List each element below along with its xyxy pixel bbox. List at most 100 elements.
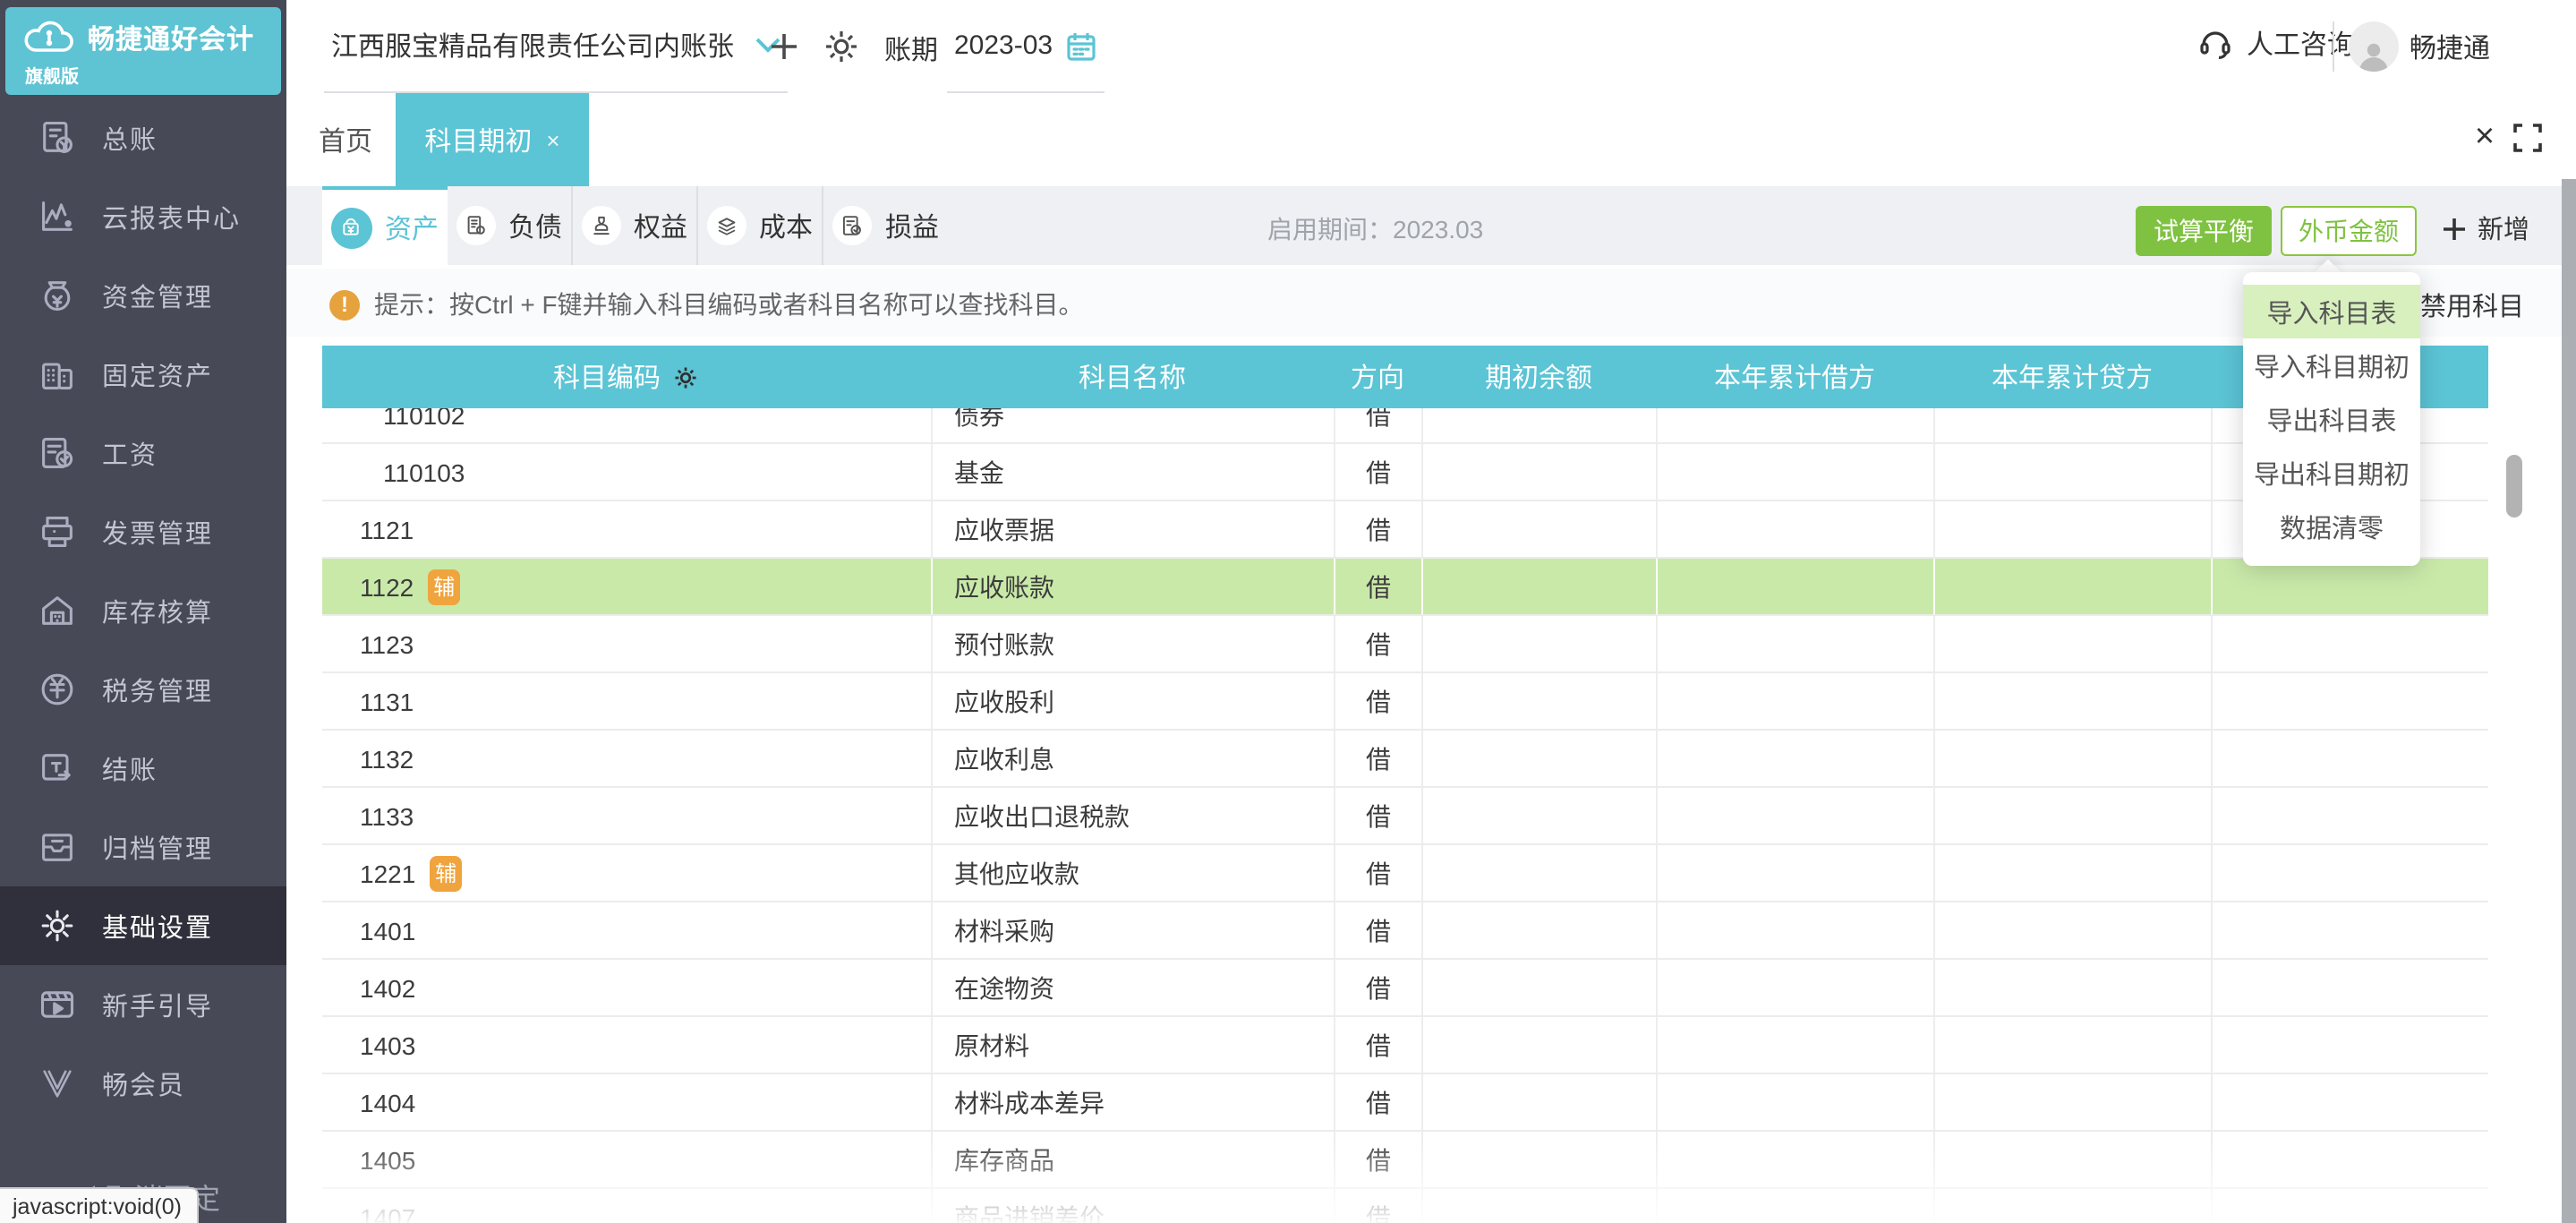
column-header-4[interactable]: 本年累计借方: [1656, 346, 1933, 408]
human-support-button[interactable]: 人工咨询: [2198, 25, 2354, 63]
cell-direction: 借: [1334, 731, 1421, 786]
table-row[interactable]: 1123 预付账款 借: [322, 616, 2488, 673]
cell-opening-balance: [1421, 408, 1656, 442]
sidebar-item-closing[interactable]: 结账: [0, 729, 286, 808]
table-scrollbar-thumb[interactable]: [2506, 455, 2522, 517]
add-account-button[interactable]: [766, 29, 802, 64]
column-header-2[interactable]: 方向: [1334, 346, 1421, 408]
tab-close-icon[interactable]: ×: [546, 126, 559, 153]
dropdown-item-1[interactable]: 导入科目期初: [2243, 338, 2420, 392]
table-row[interactable]: 1402 在途物资 借: [322, 960, 2488, 1017]
cell-name: 应收利息: [931, 731, 1334, 786]
auxiliary-badge: 辅: [430, 855, 463, 891]
column-header-0[interactable]: 科目编码: [322, 346, 931, 408]
table-row[interactable]: 1221 辅 其他应收款 借: [322, 845, 2488, 902]
page-scrollbar[interactable]: [2562, 179, 2576, 1223]
period-selector[interactable]: 2023-03: [947, 0, 1105, 93]
cell-extra: [2211, 845, 2488, 901]
dropdown-item-0[interactable]: 导入科目表: [2243, 285, 2420, 338]
column-header-1[interactable]: 科目名称: [931, 346, 1334, 408]
cost-icon: [706, 206, 746, 245]
subtab-label: 负债: [508, 212, 562, 243]
topbar-divider: [2333, 21, 2334, 72]
sidebar-item-beginner-guide[interactable]: 新手引导: [0, 965, 286, 1044]
column-settings-gear-icon[interactable]: [671, 363, 700, 391]
sidebar-item-funds[interactable]: 资金管理: [0, 256, 286, 335]
sidebar-item-general-ledger[interactable]: 总账: [0, 98, 286, 177]
username[interactable]: 畅捷通: [2410, 29, 2490, 66]
sidebar-item-label: 固定资产: [102, 363, 213, 391]
column-header-3[interactable]: 期初余额: [1421, 346, 1656, 408]
table-row[interactable]: 110103 基金 借: [322, 444, 2488, 501]
close-icon[interactable]: ×: [2465, 118, 2504, 158]
cell-ytd-credit: [1933, 559, 2211, 614]
cell-name: 材料成本差异: [931, 1074, 1334, 1130]
cell-name: 基金: [931, 444, 1334, 500]
table-row[interactable]: 1401 材料采购 借: [322, 902, 2488, 960]
sidebar-item-tax[interactable]: 税务管理: [0, 650, 286, 729]
user-avatar[interactable]: [2349, 21, 2399, 72]
table-row[interactable]: 1131 应收股利 借: [322, 673, 2488, 731]
cell-ytd-credit: [1933, 1189, 2211, 1223]
table-row[interactable]: 1122 辅 应收账款 借: [322, 559, 2488, 616]
column-header-5[interactable]: 本年累计贷方: [1933, 346, 2211, 408]
table-row[interactable]: 1407 商品进销差价 借: [322, 1189, 2488, 1223]
funds-icon: [38, 276, 77, 315]
subtab-cost[interactable]: 成本: [698, 186, 823, 265]
account-settings-gear-icon[interactable]: [822, 27, 861, 66]
headset-icon: [2200, 31, 2231, 59]
cell-code: 1123: [360, 629, 414, 658]
sidebar-item-member[interactable]: 畅会员: [0, 1044, 286, 1123]
table-row[interactable]: 1405 库存商品 借: [322, 1132, 2488, 1189]
dropdown-item-2[interactable]: 导出科目表: [2243, 392, 2420, 446]
cell-ytd-credit: [1933, 408, 2211, 442]
sidebar-item-inventory[interactable]: 库存核算: [0, 571, 286, 650]
tab-subject-opening[interactable]: 科目期初 ×: [396, 93, 589, 186]
cloud-logo-icon: [23, 16, 77, 59]
table-row[interactable]: 1132 应收利息 借: [322, 731, 2488, 788]
tab-home[interactable]: 首页: [295, 93, 396, 186]
sidebar-item-fixed-assets[interactable]: 固定资产: [0, 335, 286, 414]
app-window: 畅捷通好会计 旗舰版 总账 云报表中心 资金管理 固定资产 工资 发票管理 库存…: [0, 0, 2576, 1223]
cell-opening-balance: [1421, 788, 1656, 843]
foreign-currency-button[interactable]: 外币金额: [2281, 206, 2417, 256]
subtab-assets[interactable]: 资产: [322, 186, 448, 265]
table-row[interactable]: 1403 原材料 借: [322, 1017, 2488, 1074]
cell-ytd-debit: [1656, 731, 1933, 786]
support-label: 人工咨询: [2247, 30, 2355, 61]
cell-extra: [2211, 1189, 2488, 1223]
table-row[interactable]: 1133 应收出口退税款 借: [322, 788, 2488, 845]
cell-ytd-credit: [1933, 501, 2211, 557]
calendar-icon: [1067, 32, 1096, 60]
subtab-profit-loss[interactable]: 损益: [823, 186, 949, 265]
sidebar-item-archive[interactable]: 归档管理: [0, 808, 286, 886]
cell-ytd-credit: [1933, 845, 2211, 901]
sidebar-item-invoices[interactable]: 发票管理: [0, 492, 286, 571]
disable-subject-button[interactable]: 禁用科目: [2420, 287, 2524, 324]
cell-extra: [2211, 1017, 2488, 1073]
cell-ytd-credit: [1933, 1017, 2211, 1073]
add-button[interactable]: 新增: [2442, 210, 2529, 247]
brand-logo[interactable]: 畅捷通好会计 旗舰版: [5, 7, 281, 95]
fullscreen-icon[interactable]: [2512, 122, 2544, 154]
table-row[interactable]: 1404 材料成本差异 借: [322, 1074, 2488, 1132]
sidebar-nav: 总账 云报表中心 资金管理 固定资产 工资 发票管理 库存核算 税务管理 结账 …: [0, 98, 286, 1123]
sidebar: 畅捷通好会计 旗舰版 总账 云报表中心 资金管理 固定资产 工资 发票管理 库存…: [0, 0, 286, 1223]
dropdown-item-4[interactable]: 数据清零: [2243, 500, 2420, 553]
cell-extra: [2211, 731, 2488, 786]
sidebar-item-payroll[interactable]: 工资: [0, 414, 286, 492]
table-header-row: 科目编码 科目名称 方向 期初余额 本年累计借方 本年累计贷方: [322, 346, 2488, 408]
trial-balance-button[interactable]: 试算平衡: [2136, 206, 2272, 256]
cell-extra: [2211, 673, 2488, 729]
company-selector[interactable]: 江西服宝精品有限责任公司内账张: [324, 0, 789, 93]
cell-name: 应收票据: [931, 501, 1334, 557]
table-row[interactable]: 110102 债券 借: [322, 408, 2488, 444]
sidebar-item-cloud-reports[interactable]: 云报表中心: [0, 177, 286, 256]
cell-extra: [2211, 616, 2488, 671]
table-row[interactable]: 1121 应收票据 借: [322, 501, 2488, 559]
dropdown-item-3[interactable]: 导出科目期初: [2243, 446, 2420, 500]
sidebar-item-basic-settings[interactable]: 基础设置: [0, 886, 286, 965]
subtab-equity[interactable]: 权益: [573, 186, 698, 265]
subtab-liabilities[interactable]: 负债: [448, 186, 573, 265]
add-label: 新增: [2478, 217, 2529, 245]
